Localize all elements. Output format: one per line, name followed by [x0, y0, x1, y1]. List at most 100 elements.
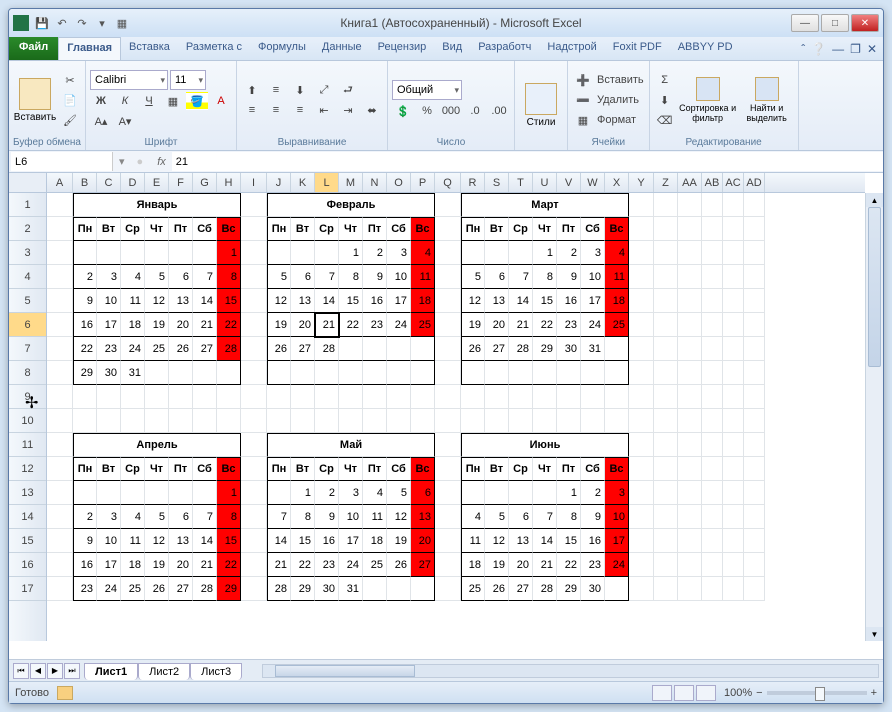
minimize-ribbon-icon[interactable]: ˆ — [801, 42, 805, 56]
cell[interactable]: Апрель — [73, 433, 241, 457]
cell[interactable] — [241, 457, 267, 481]
cell[interactable] — [169, 409, 193, 433]
cell[interactable] — [47, 505, 73, 529]
cell[interactable] — [339, 409, 363, 433]
row-header-4[interactable]: 4 — [9, 265, 46, 289]
cell[interactable]: 2 — [73, 265, 97, 289]
cell[interactable]: 4 — [121, 265, 145, 289]
cell[interactable]: Июнь — [461, 433, 629, 457]
cell[interactable] — [241, 361, 267, 385]
cell[interactable]: 22 — [339, 313, 363, 337]
cell[interactable] — [435, 313, 461, 337]
sort-filter-button[interactable]: Сортировка и фильтр — [678, 67, 738, 133]
cell[interactable] — [744, 481, 765, 505]
cell[interactable] — [629, 481, 654, 505]
cell[interactable]: 23 — [363, 313, 387, 337]
cell[interactable] — [435, 529, 461, 553]
cell[interactable]: Вс — [605, 217, 629, 241]
row-header-11[interactable]: 11 — [9, 433, 46, 457]
ribbon-tab-1[interactable]: Вставка — [121, 37, 178, 60]
cell[interactable]: 14 — [315, 289, 339, 313]
cell[interactable] — [193, 385, 217, 409]
cell[interactable]: Сб — [387, 457, 411, 481]
cell[interactable] — [702, 409, 723, 433]
cell[interactable]: 19 — [145, 313, 169, 337]
cell[interactable] — [97, 409, 121, 433]
qat-extra-icon[interactable]: ▦ — [113, 14, 131, 32]
col-header-G[interactable]: G — [193, 173, 217, 192]
cell[interactable]: 9 — [73, 529, 97, 553]
zoom-level[interactable]: 100% — [724, 687, 752, 699]
cell[interactable]: Вс — [411, 457, 435, 481]
cell[interactable]: 21 — [315, 313, 339, 337]
cell[interactable]: Вс — [605, 457, 629, 481]
cell[interactable] — [744, 457, 765, 481]
cell[interactable]: 14 — [267, 529, 291, 553]
cell[interactable]: 4 — [363, 481, 387, 505]
cell[interactable] — [605, 409, 629, 433]
ribbon-tab-10[interactable]: ABBYY PD — [670, 37, 741, 60]
cell[interactable]: 9 — [363, 265, 387, 289]
col-header-I[interactable]: I — [241, 173, 267, 192]
cell[interactable] — [654, 193, 678, 217]
cell[interactable] — [678, 289, 702, 313]
col-header-Z[interactable]: Z — [654, 173, 678, 192]
cell[interactable]: 9 — [557, 265, 581, 289]
grow-font-icon[interactable]: A▴ — [90, 112, 112, 130]
cell[interactable] — [723, 457, 744, 481]
col-header-B[interactable]: B — [73, 173, 97, 192]
col-header-V[interactable]: V — [557, 173, 581, 192]
cell[interactable]: 28 — [217, 337, 241, 361]
cell[interactable]: 23 — [315, 553, 339, 577]
cell[interactable] — [654, 505, 678, 529]
cell[interactable] — [678, 529, 702, 553]
cell[interactable] — [387, 577, 411, 601]
cell[interactable] — [723, 505, 744, 529]
cell[interactable]: 11 — [605, 265, 629, 289]
cell[interactable] — [678, 457, 702, 481]
col-header-C[interactable]: C — [97, 173, 121, 192]
cell[interactable]: 12 — [145, 529, 169, 553]
cell[interactable]: 30 — [97, 361, 121, 385]
row-header-13[interactable]: 13 — [9, 481, 46, 505]
cell[interactable] — [629, 457, 654, 481]
cell[interactable] — [654, 313, 678, 337]
col-header-N[interactable]: N — [363, 173, 387, 192]
cell[interactable] — [744, 265, 765, 289]
cell[interactable] — [267, 385, 291, 409]
cell[interactable]: 6 — [169, 505, 193, 529]
cell[interactable] — [47, 577, 73, 601]
cell[interactable]: 5 — [461, 265, 485, 289]
cell[interactable] — [744, 241, 765, 265]
cell[interactable] — [291, 241, 315, 265]
cell[interactable]: 28 — [533, 577, 557, 601]
cell[interactable]: Ср — [121, 457, 145, 481]
cell[interactable] — [387, 409, 411, 433]
cell[interactable]: Вс — [217, 217, 241, 241]
page-layout-view-button[interactable] — [674, 685, 694, 701]
styles-button[interactable]: Стили — [519, 73, 563, 139]
cell[interactable] — [241, 433, 267, 457]
cell[interactable] — [47, 385, 73, 409]
cell[interactable]: 16 — [73, 313, 97, 337]
cell[interactable]: 22 — [557, 553, 581, 577]
cell[interactable]: 28 — [509, 337, 533, 361]
col-header-Q[interactable]: Q — [435, 173, 461, 192]
cell[interactable]: 12 — [145, 289, 169, 313]
cell[interactable] — [702, 385, 723, 409]
cell[interactable] — [581, 409, 605, 433]
cell[interactable] — [678, 433, 702, 457]
autosum-icon[interactable]: Σ — [654, 71, 676, 89]
cell[interactable]: Пт — [169, 457, 193, 481]
normal-view-button[interactable] — [652, 685, 672, 701]
cell[interactable]: 15 — [339, 289, 363, 313]
cell[interactable] — [411, 577, 435, 601]
cell[interactable]: Чт — [533, 457, 557, 481]
cell[interactable]: Пн — [461, 457, 485, 481]
sheet-tab-2[interactable]: Лист3 — [190, 663, 242, 680]
cell[interactable] — [654, 265, 678, 289]
cell[interactable] — [744, 553, 765, 577]
cell[interactable] — [485, 361, 509, 385]
cell[interactable] — [267, 409, 291, 433]
cell[interactable]: 11 — [411, 265, 435, 289]
